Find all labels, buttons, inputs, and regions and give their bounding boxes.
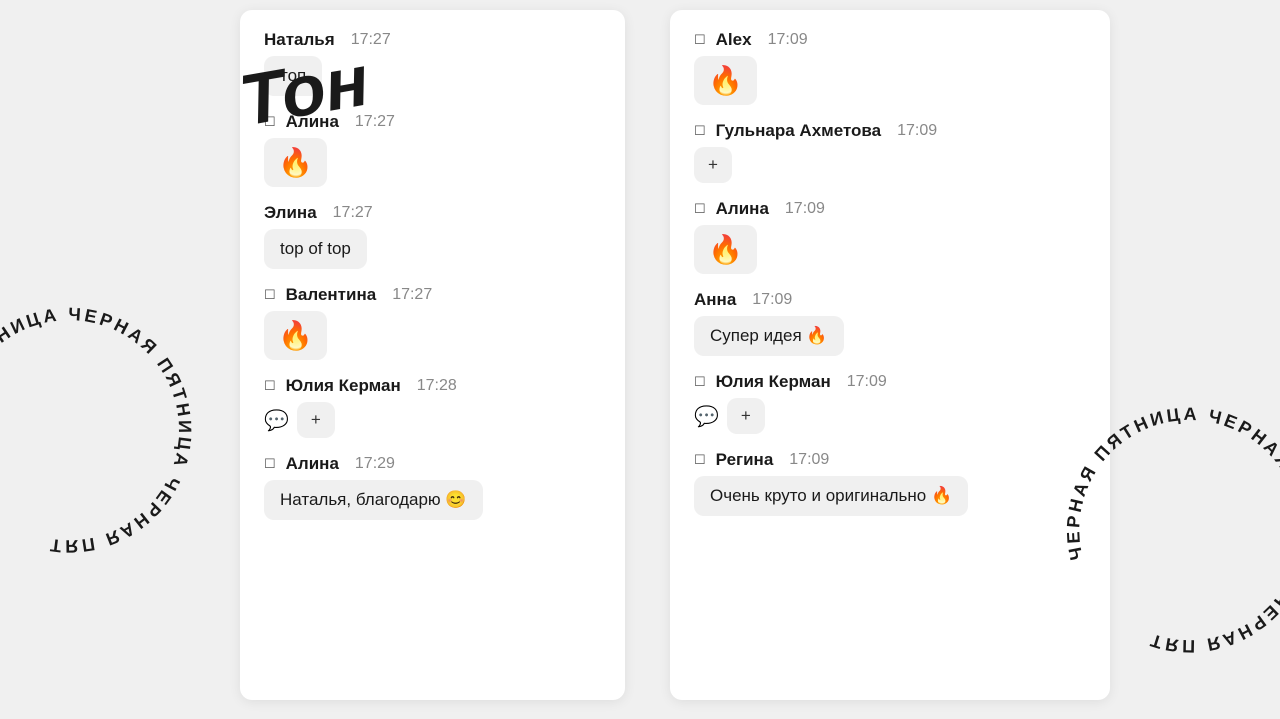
message-row: ☐ Alex 17:09 🔥 [694,30,1086,105]
message-bubble: Супер идея 🔥 [694,316,844,356]
message-bubble: top of top [264,229,367,269]
phone-icon: ☐ [264,456,276,472]
sender-line: ☐ Алина 17:29 [264,454,601,474]
message-time: 17:29 [355,455,395,473]
sender-name: Гульнара Ахметова [716,121,881,141]
message-time: 17:27 [333,204,373,222]
sender-name: Анна [694,290,736,310]
svg-text:ЧЕРНАЯ ПЯТНИЦА ЧЕРНАЯ ПЯТНИЦА: ЧЕРНАЯ ПЯТНИЦА ЧЕРНАЯ ПЯТНИЦА ЧЕРНАЯ ПЯТ [0,263,237,598]
message-row: Анна 17:09 Супер идея 🔥 [694,290,1086,356]
sender-name: Валентина [286,285,377,305]
sender-name: Alex [716,30,752,50]
sender-name: Юлия Керман [716,372,831,392]
message-time: 17:09 [785,200,825,218]
reaction-bubble: + [694,147,732,183]
message-time: 17:09 [789,451,829,469]
reaction-bubble: + [297,402,335,438]
reaction-row: 💬 + [264,402,601,438]
message-bubble: Очень круто и оригинально 🔥 [694,476,968,516]
sender-line: ☐ Юлия Керман 17:09 [694,372,1086,392]
message-time: 17:09 [768,31,808,49]
sender-line: Анна 17:09 [694,290,1086,310]
phone-icon: ☐ [694,32,706,48]
message-row: ☐ Валентина 17:27 🔥 [264,285,601,360]
reaction-row: 💬 + [694,398,1086,434]
chat-bubble-icon: 💬 [694,404,719,429]
message-time: 17:09 [752,291,792,309]
sender-line: ☐ Гульнара Ахметова 17:09 [694,121,1086,141]
sender-name: Элина [264,203,317,223]
message-bubble-emoji: 🔥 [264,311,327,360]
sender-name: Регина [716,450,774,470]
message-time: 17:27 [392,286,432,304]
message-row: ☐ Гульнара Ахметова 17:09 + [694,121,1086,183]
sender-line: ☐ Регина 17:09 [694,450,1086,470]
sender-name: Алина [716,199,769,219]
message-bubble-emoji: 🔥 [694,225,757,274]
message-bubble-emoji: 🔥 [264,138,327,187]
phone-icon: ☐ [264,378,276,394]
message-row: ☐ Алина 17:29 Наталья, благодарю 😊 [264,454,601,520]
chat-bubble-icon: 💬 [264,408,289,433]
sender-line: Элина 17:27 [264,203,601,223]
phone-icon: ☐ [694,374,706,390]
message-row: ☐ Юлия Керман 17:09 💬 + [694,372,1086,434]
message-time: 17:09 [847,373,887,391]
sender-line: ☐ Алина 17:09 [694,199,1086,219]
watermark-stamp-left: ЧЕРНАЯ ПЯТНИЦА ЧЕРНАЯ ПЯТНИЦА ЧЕРНАЯ ПЯТ [0,231,270,634]
phone-icon: ☐ [264,287,276,303]
sender-line: ☐ Валентина 17:27 [264,285,601,305]
phone-icon: ☐ [694,123,706,139]
sender-line: ☐ Юлия Керман 17:28 [264,376,601,396]
message-bubble: Наталья, благодарю 😊 [264,480,483,520]
message-row: Элина 17:27 top of top [264,203,601,269]
message-row: ☐ Регина 17:09 Очень круто и оригинально… [694,450,1086,516]
message-row: ☐ Юлия Керман 17:28 💬 + [264,376,601,438]
phone-icon: ☐ [694,452,706,468]
message-time: 17:28 [417,377,457,395]
sender-name: Юлия Керман [286,376,401,396]
message-bubble-emoji: 🔥 [694,56,757,105]
message-row: ☐ Алина 17:09 🔥 [694,199,1086,274]
reaction-bubble: + [727,398,765,434]
phone-icon: ☐ [694,201,706,217]
sender-name: Алина [286,454,339,474]
message-time: 17:09 [897,122,937,140]
sender-line: ☐ Alex 17:09 [694,30,1086,50]
right-chat-panel: ☐ Alex 17:09 🔥 ☐ Гульнара Ахметова 17:09… [670,10,1110,700]
